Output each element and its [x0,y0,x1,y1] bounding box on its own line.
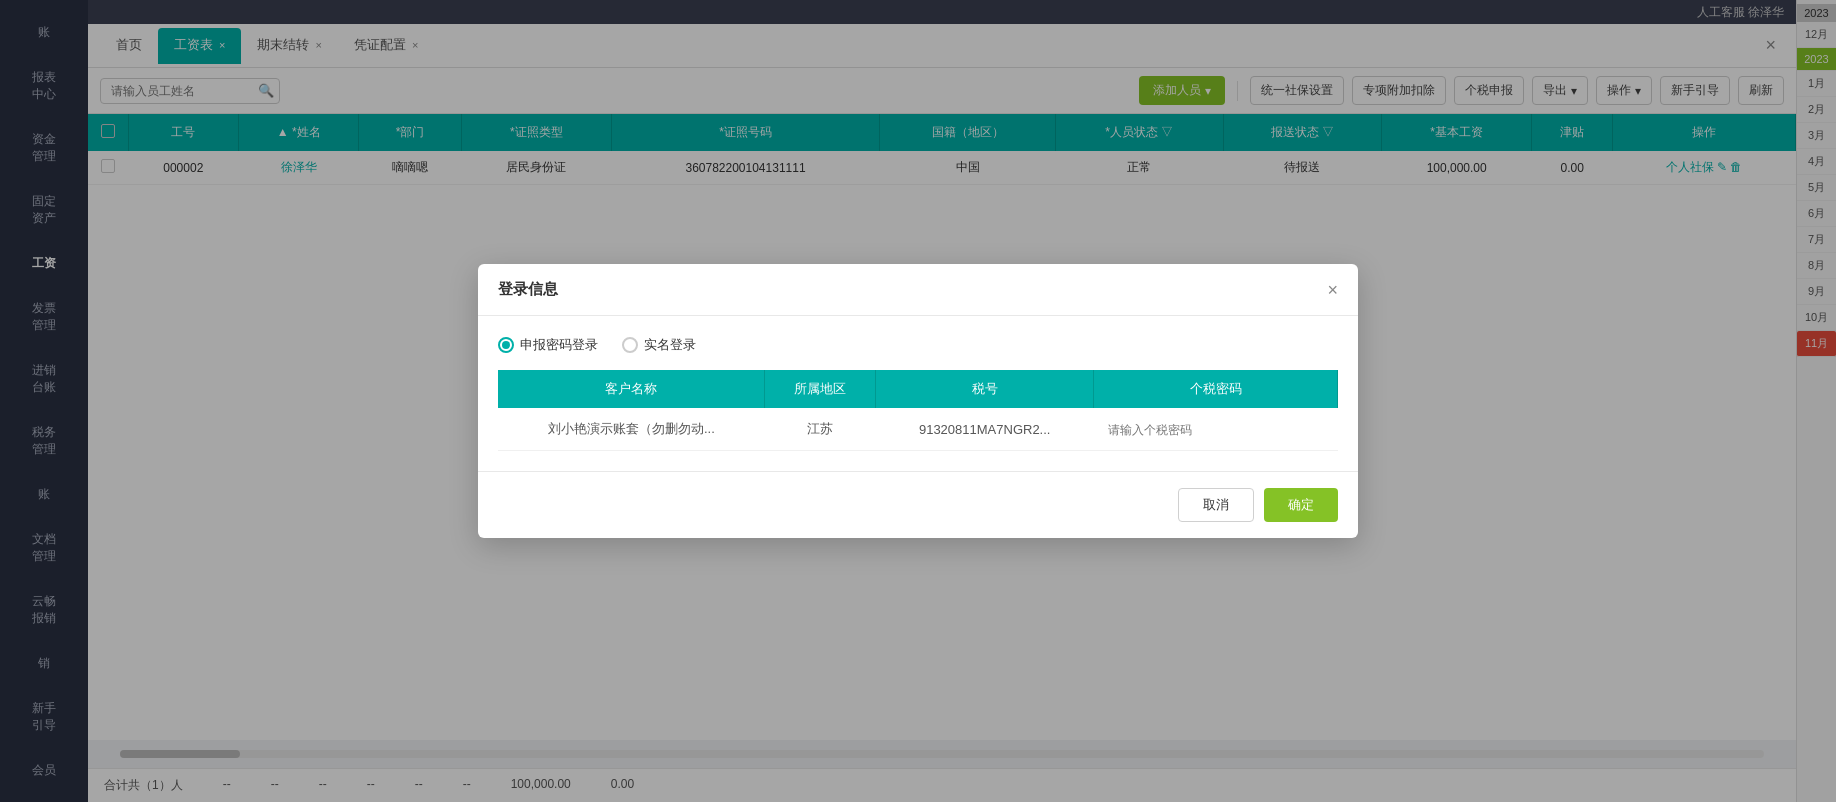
modal-col-password: 个税密码 [1094,370,1338,408]
modal-cell-name: 刘小艳演示账套（勿删勿动... [498,408,765,451]
modal-cell-region: 江苏 [765,408,876,451]
modal-table: 客户名称 所属地区 税号 个税密码 刘小艳演示账套（勿删勿动... 江苏 913… [498,370,1338,451]
modal-footer: 取消 确定 [478,471,1358,538]
confirm-button[interactable]: 确定 [1264,488,1338,522]
login-modal: 登录信息 × 申报密码登录 实名登录 [478,264,1358,538]
modal-cell-tax: 91320811MA7NGR2... [876,408,1094,451]
radio-password-login[interactable]: 申报密码登录 [498,336,598,354]
radio-realname-login[interactable]: 实名登录 [622,336,696,354]
modal-cell-password[interactable] [1094,408,1338,451]
cancel-button[interactable]: 取消 [1178,488,1254,522]
modal-col-tax: 税号 [876,370,1094,408]
modal-header: 登录信息 × [478,264,1358,316]
tax-password-input[interactable] [1108,423,1324,437]
modal-close-btn[interactable]: × [1327,281,1338,299]
modal-col-region: 所属地区 [765,370,876,408]
radio-realname-dot [622,337,638,353]
radio-password-dot [498,337,514,353]
modal-table-row: 刘小艳演示账套（勿删勿动... 江苏 91320811MA7NGR2... [498,408,1338,451]
modal-body: 申报密码登录 实名登录 客户名称 所属地区 税号 个税密码 [478,316,1358,471]
app-container: 账 报表中心 资金管理 固定资产 工资 发票管理 进销台账 税务管理 账 文档管… [0,0,1836,802]
modal-overlay: 登录信息 × 申报密码登录 实名登录 [0,0,1836,802]
modal-col-name: 客户名称 [498,370,765,408]
radio-group: 申报密码登录 实名登录 [498,336,1338,354]
modal-title: 登录信息 [498,280,558,299]
